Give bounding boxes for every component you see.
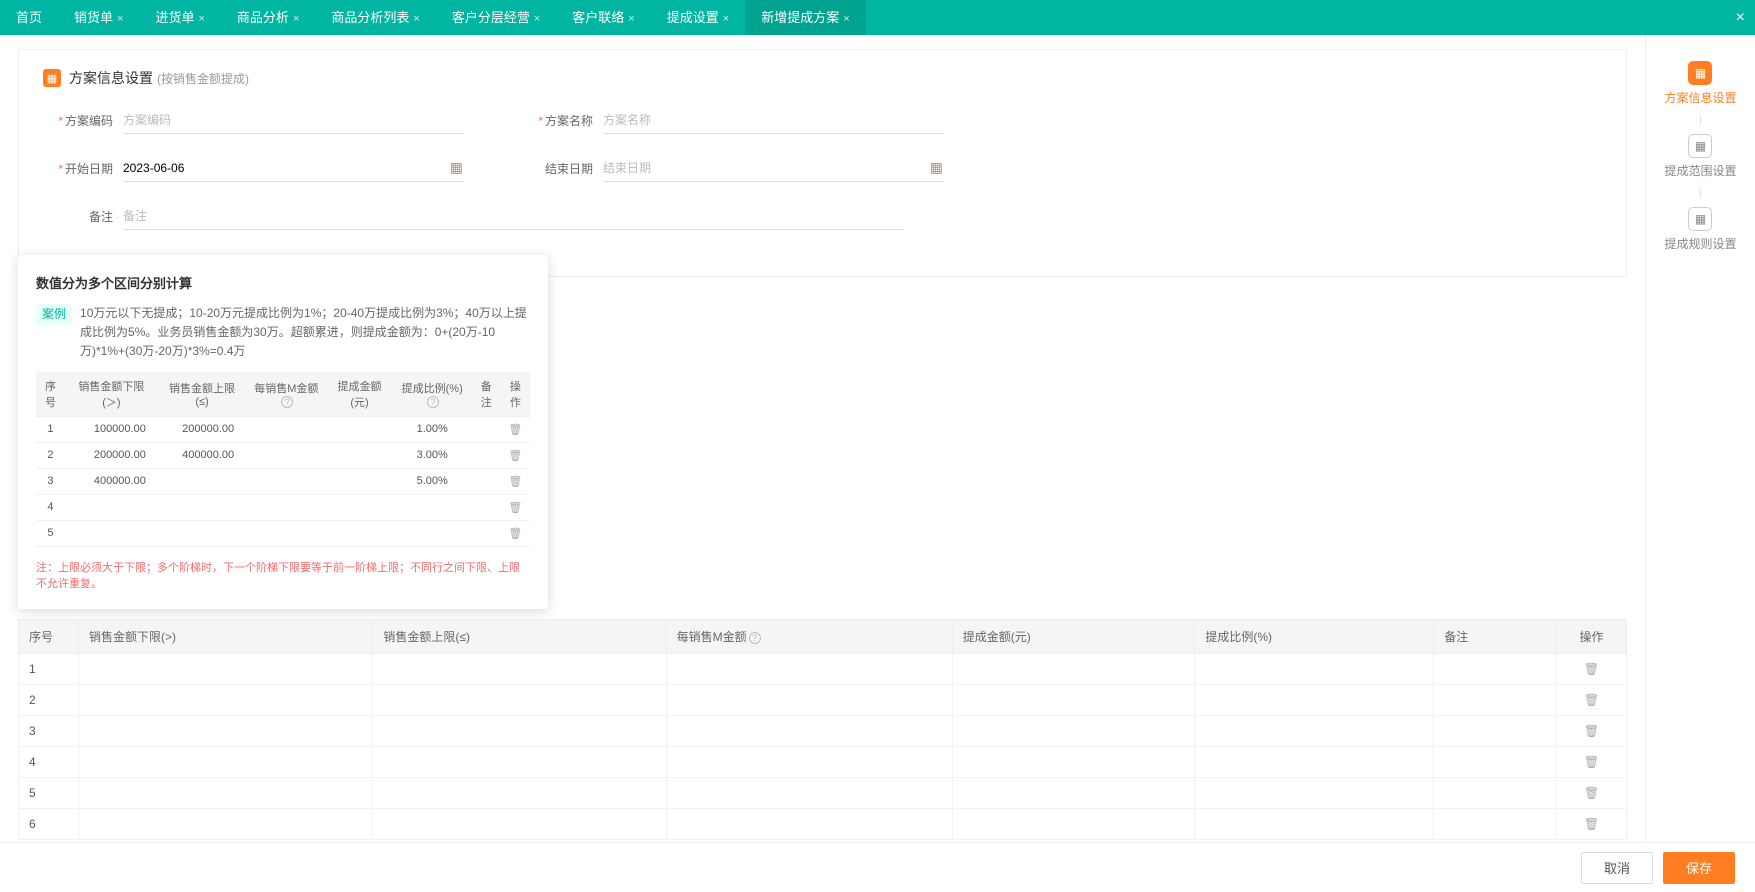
delete-icon[interactable]: 🗑: [508, 528, 522, 540]
example-tag: 案例: [36, 304, 72, 325]
tab-新增提成方案[interactable]: 新增提成方案×: [745, 0, 865, 35]
example-table: 序号销售金额下限 (＞)销售金额上限 (≤)每销售M金额?提成金额(元)提成比例…: [36, 372, 530, 547]
tab-bar: 首页销货单×进货单×商品分析×商品分析列表×客户分层经营×客户联络×提成设置×新…: [0, 0, 1755, 35]
mini-th: 销售金额下限 (＞): [65, 372, 158, 417]
mini-th: 提成金额(元): [326, 372, 392, 417]
step-rail: ▦ 方案信息设置 ▦ 提成范围设置 ▦ 提成规则设置: [1645, 35, 1755, 842]
rail-step-2[interactable]: ▦ 提成规则设置: [1664, 201, 1736, 258]
tab-close-icon[interactable]: ×: [117, 13, 123, 25]
plan-code-input[interactable]: [123, 113, 463, 127]
help-icon[interactable]: ?: [281, 396, 293, 408]
start-date-input[interactable]: [123, 161, 450, 175]
field-end-date: 结束日期 ▦: [523, 154, 943, 182]
card-subtitle: (按销售金额提成): [157, 70, 249, 87]
big-th: 提成比例(%): [1195, 620, 1434, 654]
step-icon: ▦: [1688, 134, 1712, 158]
tier-row[interactable]: 6🗑: [19, 809, 1627, 840]
step-icon: ▦: [1688, 207, 1712, 231]
rail-step-0[interactable]: ▦ 方案信息设置: [1664, 55, 1736, 112]
big-th: 销售金额上限(≤): [373, 620, 666, 654]
delete-icon[interactable]: 🗑: [1584, 724, 1599, 738]
popup-title: 数值分为多个区间分别计算: [36, 273, 530, 292]
tab-close-icon[interactable]: ×: [293, 13, 299, 25]
mini-row: 4🗑: [36, 494, 530, 520]
step-icon: ▦: [1688, 61, 1712, 85]
popup-footnote: 注：上限必须大于下限；多个阶梯时，下一个阶梯下限要等于前一阶梯上限；不同行之间下…: [36, 559, 530, 591]
tab-首页[interactable]: 首页: [0, 0, 58, 35]
tab-close-icon[interactable]: ×: [843, 13, 849, 25]
step-label: 方案信息设置: [1664, 89, 1736, 106]
tab-提成设置[interactable]: 提成设置×: [651, 0, 745, 35]
tab-商品分析列表[interactable]: 商品分析列表×: [315, 0, 435, 35]
rail-step-1[interactable]: ▦ 提成范围设置: [1664, 128, 1736, 185]
cancel-button[interactable]: 取消: [1581, 852, 1653, 884]
delete-icon[interactable]: 🗑: [1584, 662, 1599, 676]
example-text: 10万元以下无提成；10-20万元提成比例为1%；20-40万提成比例为3%；4…: [80, 304, 530, 362]
calendar-icon[interactable]: ▦: [930, 159, 943, 176]
tier-table: 序号销售金额下限(>)销售金额上限(≤)每销售M金额?提成金额(元)提成比例(%…: [18, 619, 1627, 840]
card-title: 方案信息设置: [69, 68, 153, 88]
big-th: 销售金额下限(>): [79, 620, 373, 654]
tab-客户联络[interactable]: 客户联络×: [556, 0, 650, 35]
delete-icon[interactable]: 🗑: [508, 502, 522, 514]
delete-icon[interactable]: 🗑: [1584, 755, 1599, 769]
tab-进货单[interactable]: 进货单×: [139, 0, 220, 35]
field-plan-name: *方案名称: [523, 106, 943, 134]
mini-row: 2200000.00400000.003.00%🗑: [36, 442, 530, 468]
mini-th: 提成比例(%)?: [393, 372, 472, 417]
tier-row[interactable]: 1🗑: [19, 654, 1627, 685]
tier-row[interactable]: 2🗑: [19, 685, 1627, 716]
tabbar-close-icon[interactable]: ×: [1736, 9, 1745, 27]
tooltip-popup: 数值分为多个区间分别计算 案例 10万元以下无提成；10-20万元提成比例为1%…: [18, 255, 548, 609]
mini-row: 5🗑: [36, 520, 530, 546]
tab-客户分层经营[interactable]: 客户分层经营×: [436, 0, 556, 35]
help-icon[interactable]: ?: [749, 632, 761, 644]
field-remark: 备注: [43, 202, 903, 230]
section-icon: ▦: [43, 69, 61, 87]
tab-close-icon[interactable]: ×: [723, 13, 729, 25]
mini-th: 序号: [36, 372, 65, 417]
delete-icon[interactable]: 🗑: [508, 450, 522, 462]
mini-th: 备注: [472, 372, 501, 417]
mini-row: 1100000.00200000.001.00%🗑: [36, 416, 530, 442]
big-th: 序号: [19, 620, 79, 654]
big-th: 备注: [1434, 620, 1557, 654]
field-start-date: *开始日期 ▦: [43, 154, 463, 182]
main-content: ▦ 方案信息设置 (按销售金额提成) *方案编码 *方案名称 *开始日期: [0, 35, 1645, 842]
step-label: 提成范围设置: [1664, 162, 1736, 179]
plan-info-card: ▦ 方案信息设置 (按销售金额提成) *方案编码 *方案名称 *开始日期: [18, 49, 1627, 277]
delete-icon[interactable]: 🗑: [508, 476, 522, 488]
mini-th: 操作: [501, 372, 530, 417]
tier-row[interactable]: 4🗑: [19, 747, 1627, 778]
tab-close-icon[interactable]: ×: [534, 13, 540, 25]
plan-name-input[interactable]: [603, 113, 943, 127]
step-label: 提成规则设置: [1664, 235, 1736, 252]
tab-close-icon[interactable]: ×: [198, 13, 204, 25]
field-plan-code: *方案编码: [43, 106, 463, 134]
footer-bar: 取消 保存: [0, 842, 1755, 892]
remark-input[interactable]: [123, 209, 903, 223]
mini-th: 销售金额上限 (≤): [158, 372, 246, 417]
big-th: 操作: [1557, 620, 1627, 654]
calendar-icon[interactable]: ▦: [450, 159, 463, 176]
tab-close-icon[interactable]: ×: [628, 13, 634, 25]
big-th: 提成金额(元): [952, 620, 1195, 654]
tab-close-icon[interactable]: ×: [413, 13, 419, 25]
delete-icon[interactable]: 🗑: [508, 424, 522, 436]
tier-row[interactable]: 3🗑: [19, 716, 1627, 747]
delete-icon[interactable]: 🗑: [1584, 786, 1599, 800]
save-button[interactable]: 保存: [1663, 852, 1735, 884]
help-icon[interactable]: ?: [427, 396, 439, 408]
delete-icon[interactable]: 🗑: [1584, 817, 1599, 831]
delete-icon[interactable]: 🗑: [1584, 693, 1599, 707]
tab-商品分析[interactable]: 商品分析×: [221, 0, 315, 35]
mini-th: 每销售M金额?: [246, 372, 326, 417]
tier-row[interactable]: 5🗑: [19, 778, 1627, 809]
end-date-input[interactable]: [603, 161, 930, 175]
mini-row: 3400000.005.00%🗑: [36, 468, 530, 494]
big-th: 每销售M金额?: [666, 620, 952, 654]
tab-销货单[interactable]: 销货单×: [58, 0, 139, 35]
